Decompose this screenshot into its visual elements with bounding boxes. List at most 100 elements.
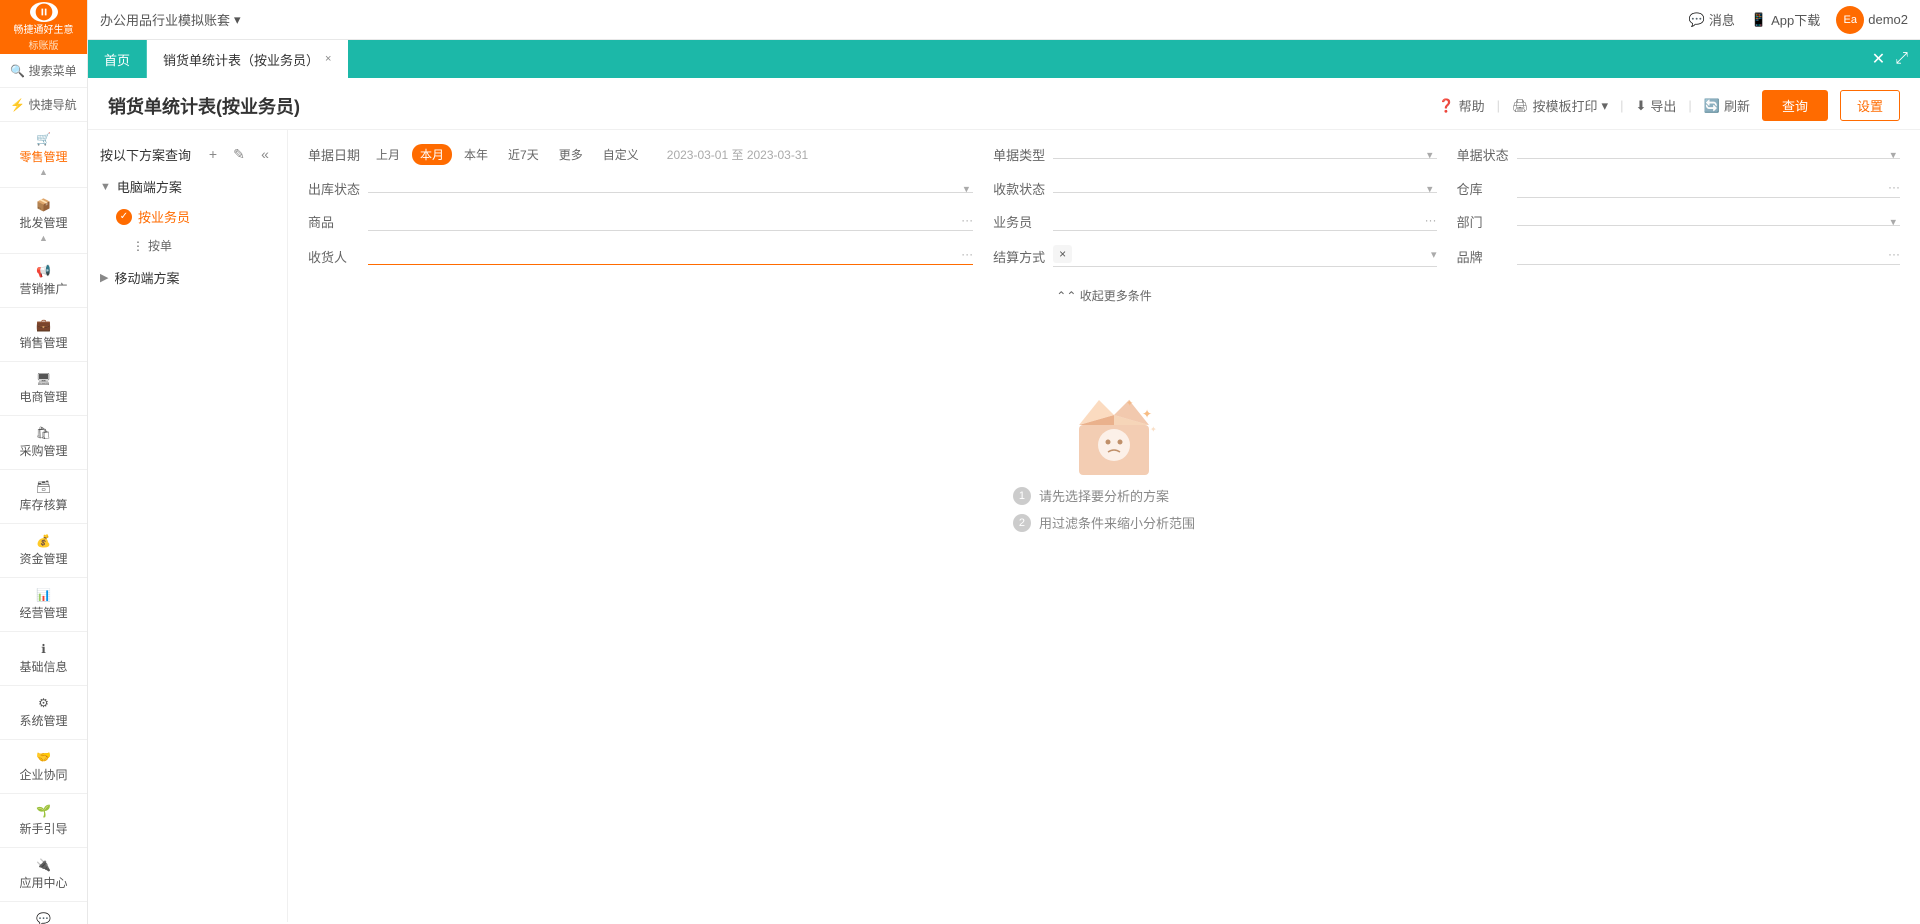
- department-chevron: ▾: [1890, 215, 1896, 228]
- date-tab-more[interactable]: 更多: [551, 144, 591, 165]
- product-dots[interactable]: ···: [961, 213, 973, 227]
- sidebar-item-wechat[interactable]: 💬 企业微信: [0, 902, 87, 924]
- edit-plan-btn[interactable]: ✎: [229, 144, 249, 164]
- user-avatar-btn[interactable]: Ea demo2: [1836, 6, 1908, 34]
- date-tab-thismonth[interactable]: 本月: [412, 144, 452, 165]
- refresh-btn[interactable]: 🔄 刷新: [1704, 96, 1750, 115]
- tab-close-btn[interactable]: ×: [325, 53, 331, 65]
- sidebar-item-basic[interactable]: ℹ 基础信息: [0, 632, 87, 686]
- collapse-panel-icon: «: [261, 146, 269, 162]
- consignee-dots[interactable]: ···: [961, 247, 973, 261]
- settle-chevron: ▾: [1431, 248, 1437, 261]
- sub-icon: ⋮: [132, 239, 144, 253]
- settings-btn[interactable]: 设置: [1840, 90, 1900, 121]
- sidebar-item-enterprise[interactable]: 🤝 企业协同: [0, 740, 87, 794]
- svg-text:✦: ✦: [1150, 425, 1157, 434]
- collect-status-select[interactable]: [1053, 184, 1436, 193]
- tip-num-1: 1: [1013, 487, 1031, 505]
- filter-settle-method: 结算方式 × ▾: [993, 245, 1436, 267]
- sidebar-item-finance[interactable]: 💰 资金管理: [0, 524, 87, 578]
- product-label: 商品: [308, 212, 368, 231]
- collect-status-control[interactable]: ▾: [1053, 184, 1436, 193]
- page-wrapper: 销货单统计表(按业务员) ❓ 帮助 | 🖨 按模板打印 ▾ | ⬇: [88, 78, 1920, 924]
- order-type-chevron: ▾: [1427, 148, 1433, 161]
- out-status-select[interactable]: [368, 184, 973, 193]
- plan-salesperson-label: 按业务员: [138, 207, 190, 226]
- tab-home[interactable]: 首页: [88, 40, 147, 78]
- export-btn[interactable]: ⬇ 导出: [1635, 96, 1676, 115]
- date-tab-custom[interactable]: 自定义: [595, 144, 647, 165]
- wholesale-icon: 📦: [36, 198, 51, 212]
- sidebar-item-sales[interactable]: 💼 销售管理: [0, 308, 87, 362]
- sidebar-item-wholesale[interactable]: 📦 批发管理 ▲: [0, 188, 87, 254]
- help-btn[interactable]: ❓ 帮助: [1438, 96, 1484, 115]
- department-select[interactable]: [1517, 217, 1900, 226]
- tip-text-2: 用过滤条件来缩小分析范围: [1039, 513, 1195, 532]
- sidebar-item-operation[interactable]: 📊 经营管理: [0, 578, 87, 632]
- sidebar-item-purchase[interactable]: 🛍 采购管理: [0, 416, 87, 470]
- date-tab-lastmonth[interactable]: 上月: [368, 144, 408, 165]
- tab-close-window-btn[interactable]: ✕: [1872, 49, 1885, 69]
- print-btn[interactable]: 🖨 按模板打印 ▾: [1512, 96, 1608, 115]
- order-type-select[interactable]: [1053, 150, 1436, 159]
- filter-brand: 品牌 ···: [1457, 247, 1900, 266]
- settle-method-control: × ▾: [1053, 245, 1436, 267]
- logo-icon: [30, 2, 58, 22]
- plan-order-label: 按单: [148, 237, 172, 254]
- filter-row-3: 商品 ··· 业务员 ···: [308, 212, 1900, 231]
- department-control[interactable]: ▾: [1517, 217, 1900, 226]
- sidebar-shortcut[interactable]: ⚡ 快捷导航: [0, 88, 87, 122]
- settle-chip-close[interactable]: ×: [1059, 247, 1066, 261]
- sidebar-item-newbie[interactable]: 🌱 新手引导: [0, 794, 87, 848]
- empty-tips: 1 请先选择要分析的方案 2 用过滤条件来缩小分析范围: [1013, 486, 1195, 532]
- plan-sub-item-order[interactable]: ⋮ 按单: [88, 232, 287, 259]
- page-actions: ❓ 帮助 | 🖨 按模板打印 ▾ | ⬇ 导出 |: [1438, 90, 1900, 121]
- sidebar-item-marketing[interactable]: 📢 营销推广: [0, 254, 87, 308]
- apps-icon: 🔌: [36, 858, 51, 872]
- date-tabs: 上月 本月 本年 近7天 更多 自定义: [368, 144, 647, 165]
- filter-date: 单据日期 上月 本月 本年 近7天 更多 自定义: [308, 144, 973, 165]
- consignee-label: 收货人: [308, 247, 368, 266]
- product-control: ···: [368, 213, 973, 231]
- sidebar-item-inventory[interactable]: 🗃 库存核算: [0, 470, 87, 524]
- order-status-select[interactable]: [1517, 150, 1900, 159]
- empty-tip-2: 2 用过滤条件来缩小分析范围: [1013, 513, 1195, 532]
- plan-item-salesperson[interactable]: ✓ 按业务员: [88, 201, 287, 232]
- message-btn[interactable]: 💬 消息: [1689, 10, 1735, 29]
- salesperson-label: 业务员: [993, 212, 1053, 231]
- brand-dots[interactable]: ···: [1888, 247, 1900, 261]
- account-dropdown[interactable]: 办公用品行业模拟账套 ▾: [100, 10, 241, 29]
- sidebar-search[interactable]: 🔍 搜索菜单: [0, 54, 87, 88]
- app-download-btn[interactable]: 📱 App下载: [1751, 10, 1820, 29]
- add-plan-btn[interactable]: +: [203, 144, 223, 164]
- sidebar-item-apps[interactable]: 🔌 应用中心: [0, 848, 87, 902]
- warehouse-dots[interactable]: ···: [1888, 180, 1900, 194]
- pc-plan-group-label: 电脑端方案: [117, 177, 182, 196]
- tab-restore-btn[interactable]: ⤢: [1895, 50, 1908, 68]
- query-btn[interactable]: 查询: [1762, 90, 1828, 121]
- newbie-icon: 🌱: [36, 804, 51, 818]
- order-type-control[interactable]: ▾: [1053, 150, 1436, 159]
- date-tab-thisyear[interactable]: 本年: [456, 144, 496, 165]
- order-type-label: 单据类型: [993, 145, 1053, 164]
- sidebar-item-retail[interactable]: 🛒 零售管理 ▲: [0, 122, 87, 188]
- consignee-control: ···: [368, 247, 973, 265]
- date-control: 上月 本月 本年 近7天 更多 自定义 2023-03-01 至 2023-03…: [368, 144, 973, 165]
- left-panel-header: 按以下方案查询 + ✎ «: [88, 140, 287, 172]
- collapse-icon-up: ⌃⌃: [1056, 289, 1076, 303]
- collapse-panel-btn[interactable]: «: [255, 144, 275, 164]
- pc-expand-icon: ▼: [100, 181, 111, 193]
- date-tab-7days[interactable]: 近7天: [500, 144, 547, 165]
- message-icon: 💬: [1689, 12, 1705, 28]
- marketing-icon: 📢: [36, 264, 51, 278]
- tab-sales-stat[interactable]: 销货单统计表（按业务员） ×: [147, 40, 348, 78]
- mobile-plan-group-header[interactable]: ▶ 移动端方案: [88, 263, 287, 292]
- collapse-bar[interactable]: ⌃⌃ 收起更多条件: [308, 281, 1900, 310]
- pc-plan-group-header[interactable]: ▼ 电脑端方案: [88, 172, 287, 201]
- out-status-control[interactable]: ▾: [368, 184, 973, 193]
- sidebar-item-ecommerce[interactable]: 🖥 电商管理: [0, 362, 87, 416]
- sidebar-item-system[interactable]: ⚙ 系统管理: [0, 686, 87, 740]
- retail-arrow: ▲: [39, 167, 48, 177]
- salesperson-dots[interactable]: ···: [1425, 213, 1437, 227]
- order-status-control[interactable]: ▾: [1517, 150, 1900, 159]
